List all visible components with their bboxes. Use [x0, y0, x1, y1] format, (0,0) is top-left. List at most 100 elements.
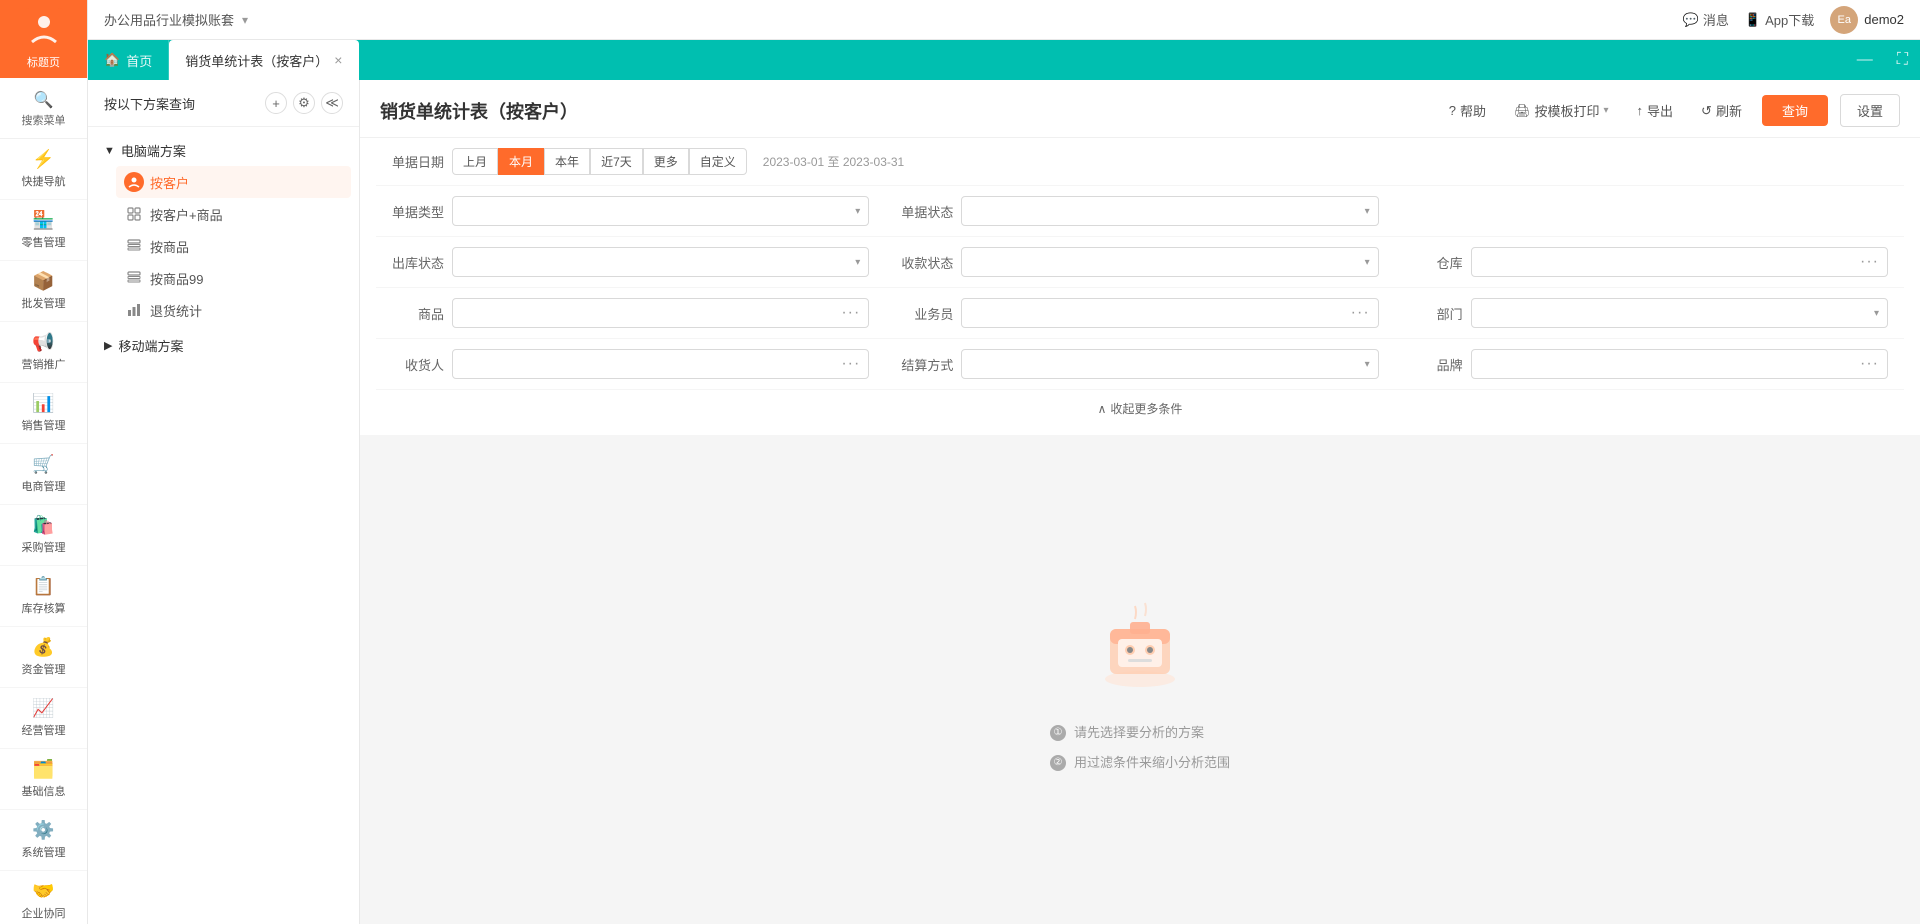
filter-empty-col1: [1395, 186, 1904, 237]
filter-doc-status: 单据状态 ▾: [885, 186, 1394, 237]
collapse-filters-button[interactable]: ∧ 收起更多条件: [376, 390, 1904, 427]
download-icon: 📱: [1745, 12, 1761, 28]
doc-status-input[interactable]: ▾: [961, 196, 1378, 226]
tree-item-return-stats[interactable]: 退货统计: [116, 294, 351, 326]
topbar-right: 💬 消息 📱 App下载 Ea demo2: [1683, 6, 1904, 34]
collapse-panel-button[interactable]: ≪: [321, 92, 343, 114]
scheme-table-icon: [124, 236, 144, 256]
filter-receipt-status: 收款状态 ▾: [885, 237, 1394, 288]
minimize-icon: —: [1857, 51, 1873, 68]
sidebar-item-quicknav[interactable]: ⚡ 快捷导航: [0, 139, 87, 200]
sidebar-item-ecommerce[interactable]: 🛒 电商管理: [0, 444, 87, 505]
sidebar-item-purchase[interactable]: 🛍️ 采购管理: [0, 505, 87, 566]
message-button[interactable]: 💬 消息: [1683, 10, 1729, 29]
filter-row3: 出库状态 ▾ 收款状态 ▾ 仓库: [376, 237, 1904, 288]
date-btn-more[interactable]: 更多: [643, 148, 689, 175]
tree-item-by-goods[interactable]: 按商品: [116, 230, 351, 262]
tree-expand-icon: ▼: [104, 145, 115, 157]
filter-area: 单据日期 上月 本月 本年 近7天 更多 自定义 2023-03-01 至 20…: [360, 138, 1920, 435]
sidebar-item-basic[interactable]: 🗂️ 基础信息: [0, 749, 87, 810]
doc-type-input[interactable]: ▾: [452, 196, 869, 226]
department-input[interactable]: ▾: [1471, 298, 1888, 328]
export-icon: ↑: [1637, 103, 1644, 118]
print-arrow-icon: ▾: [1604, 105, 1609, 116]
salesperson-label: 业务员: [901, 304, 953, 323]
warehouse-input[interactable]: ···: [1471, 247, 1888, 277]
query-button[interactable]: 查询: [1762, 95, 1828, 126]
sidebar-item-cooperation[interactable]: 🤝 企业协同: [0, 871, 87, 924]
sidebar-item-wholesale[interactable]: 📦 批发管理: [0, 261, 87, 322]
print-icon: 🖨: [1514, 103, 1531, 119]
tree-item-by-customer[interactable]: 按客户: [116, 166, 351, 198]
settlement-input[interactable]: ▾: [961, 349, 1378, 379]
left-panel-title: 按以下方案查询: [104, 94, 195, 113]
settlement-arrow-icon: ▾: [1365, 359, 1370, 370]
sidebar-logo-text: 标题页: [27, 54, 60, 70]
date-btn-last-month[interactable]: 上月: [452, 148, 498, 175]
sidebar-item-finance[interactable]: 💰 资金管理: [0, 627, 87, 688]
sidebar-item-retail[interactable]: 🏪 零售管理: [0, 200, 87, 261]
sidebar-item-purchase-label: 采购管理: [22, 539, 66, 555]
tab-minimize-button[interactable]: —: [1845, 51, 1885, 69]
sidebar-item-marketing[interactable]: 📢 营销推广: [0, 322, 87, 383]
date-btn-7days[interactable]: 近7天: [590, 148, 643, 175]
receiver-input[interactable]: ···: [452, 349, 869, 379]
tab-close-button[interactable]: ×: [334, 52, 342, 68]
content-area: 按以下方案查询 + ⚙ ≪ ▼ 电脑端方案: [88, 80, 1920, 924]
tree-item-by-customer-goods[interactable]: 按客户+商品: [116, 198, 351, 230]
page-title: 销货单统计表（按客户）: [380, 98, 578, 124]
avatar-text: Ea: [1838, 14, 1851, 26]
doc-status-label: 单据状态: [901, 202, 953, 221]
tree-mobile-parent[interactable]: ▶ 移动端方案: [96, 330, 351, 361]
topbar-title: 办公用品行业模拟账套: [104, 10, 234, 29]
print-button[interactable]: 🖨 按模板打印 ▾: [1506, 97, 1617, 124]
filter-warehouse: 仓库 ···: [1395, 237, 1904, 288]
sidebar-item-system[interactable]: ⚙️ 系统管理: [0, 810, 87, 871]
empty-tip-2: ② 用过滤条件来缩小分析范围: [1050, 750, 1230, 776]
tip-text-2: 用过滤条件来缩小分析范围: [1074, 750, 1230, 776]
date-btn-this-month[interactable]: 本月: [498, 148, 544, 175]
help-button[interactable]: ? 帮助: [1441, 97, 1494, 124]
brand-input[interactable]: ···: [1471, 349, 1888, 379]
right-panel: 销货单统计表（按客户） ? 帮助 🖨 按模板打印 ▾ ↑ 导出: [360, 80, 1920, 924]
export-label: 导出: [1647, 101, 1673, 120]
out-status-input[interactable]: ▾: [452, 247, 869, 277]
date-btn-this-year[interactable]: 本年: [544, 148, 590, 175]
tree-desktop-children: 按客户 按客户+商品 按商品: [116, 166, 351, 326]
export-button[interactable]: ↑ 导出: [1629, 97, 1682, 124]
maximize-icon: ⛶: [1897, 51, 1908, 68]
user-profile[interactable]: Ea demo2: [1830, 6, 1904, 34]
filter-goods: 商品 ···: [376, 288, 885, 339]
tab-maximize-button[interactable]: ⛶: [1885, 51, 1920, 69]
date-label: 单据日期: [392, 152, 444, 171]
sidebar-item-operations[interactable]: 📈 经营管理: [0, 688, 87, 749]
tab-home[interactable]: 🏠 首页: [88, 40, 169, 80]
app-download-button[interactable]: 📱 App下载: [1745, 10, 1814, 29]
add-scheme-button[interactable]: +: [265, 92, 287, 114]
sidebar-item-wholesale-label: 批发管理: [22, 295, 66, 311]
tree-desktop-parent[interactable]: ▼ 电脑端方案: [96, 135, 351, 166]
filter-out-status: 出库状态 ▾: [376, 237, 885, 288]
settings-button[interactable]: 设置: [1840, 94, 1900, 127]
sidebar-item-sales[interactable]: 📊 销售管理: [0, 383, 87, 444]
sidebar-item-inventory[interactable]: 📋 库存核算: [0, 566, 87, 627]
page-header: 销货单统计表（按客户） ? 帮助 🖨 按模板打印 ▾ ↑ 导出: [360, 80, 1920, 138]
filter-row2: 单据类型 ▾ 单据状态 ▾: [376, 186, 1904, 237]
out-status-label: 出库状态: [392, 253, 444, 272]
filter-row5: 收货人 ··· 结算方式 ▾ 品牌: [376, 339, 1904, 390]
salesperson-input[interactable]: ···: [961, 298, 1378, 328]
receipt-status-input[interactable]: ▾: [961, 247, 1378, 277]
tree-item-by-goods99[interactable]: 按商品99: [116, 262, 351, 294]
tab-report[interactable]: 销货单统计表（按客户） ×: [169, 40, 359, 80]
tree-item-customer-label: 按客户: [150, 173, 189, 192]
tip-num-1: ①: [1050, 725, 1066, 741]
ecommerce-icon: 🛒: [32, 454, 54, 475]
scheme-settings-button[interactable]: ⚙: [293, 92, 315, 114]
goods-input[interactable]: ···: [452, 298, 869, 328]
tab-report-label: 销货单统计表（按客户）: [185, 51, 328, 70]
sidebar-search[interactable]: 🔍 搜索菜单: [0, 78, 87, 139]
sidebar-item-inventory-label: 库存核算: [22, 600, 66, 616]
refresh-button[interactable]: ↺ 刷新: [1693, 97, 1750, 124]
date-btn-custom[interactable]: 自定义: [689, 148, 747, 175]
department-arrow-icon: ▾: [1874, 308, 1879, 319]
